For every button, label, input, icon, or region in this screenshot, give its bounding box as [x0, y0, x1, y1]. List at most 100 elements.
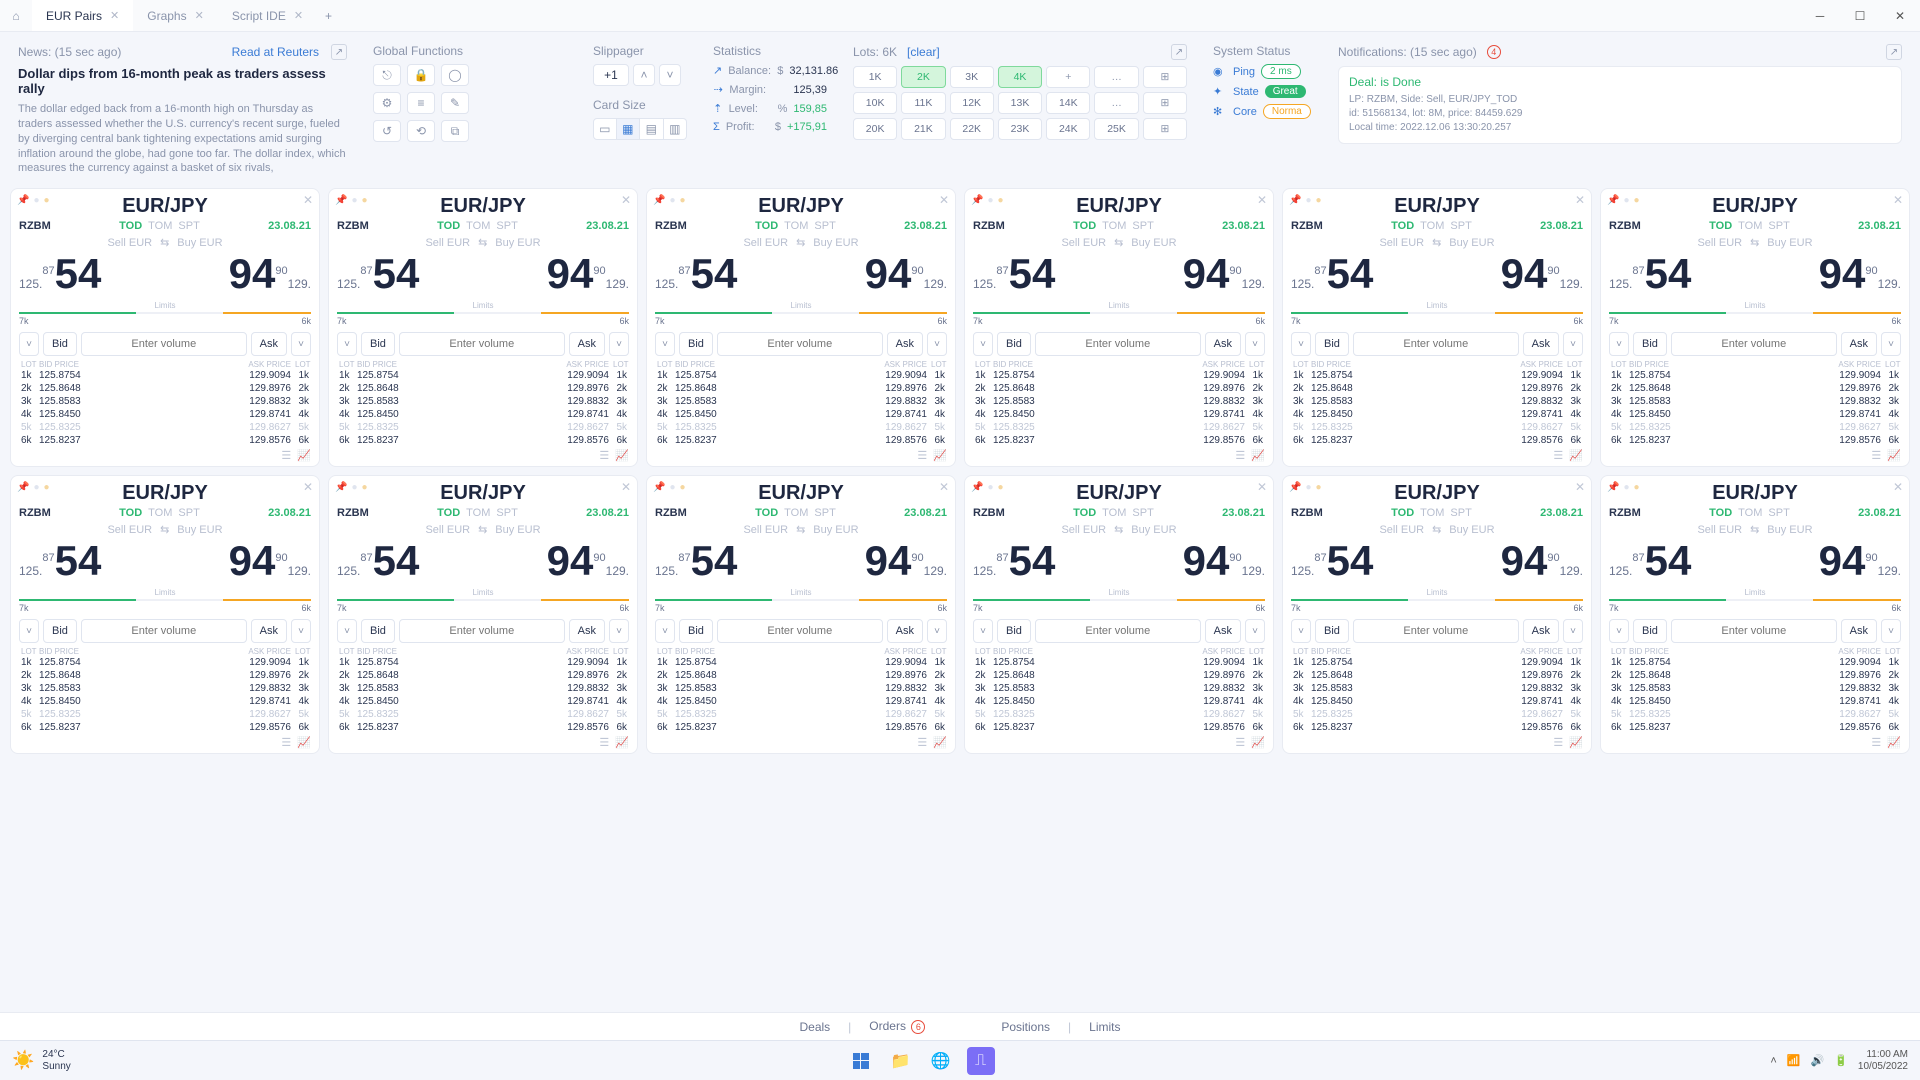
orderbook-row[interactable]: 1k125.8754 129.90941k: [19, 369, 311, 382]
ask-dropdown-icon[interactable]: ˅: [1881, 619, 1901, 643]
orderbook-row[interactable]: 2k125.8648 129.89762k: [1609, 669, 1901, 682]
tenor-tod[interactable]: TOD: [119, 507, 142, 519]
volume-input[interactable]: [81, 332, 247, 356]
ask-button[interactable]: Ask: [1841, 619, 1877, 643]
orderbook-row[interactable]: 5k125.8325 129.86275k: [1291, 708, 1583, 721]
sell-label[interactable]: Sell EUR: [1379, 237, 1424, 249]
tenor-tod[interactable]: TOD: [755, 220, 778, 232]
orderbook-row[interactable]: 3k125.8583 129.88323k: [1609, 682, 1901, 695]
orderbook-row[interactable]: 2k125.8648 129.89762k: [973, 669, 1265, 682]
cardsize-m-icon[interactable]: ▦: [617, 118, 640, 140]
swap-icon[interactable]: ⇆: [160, 236, 169, 249]
bid-button[interactable]: Bid: [1315, 332, 1349, 356]
ask-button[interactable]: Ask: [1205, 332, 1241, 356]
orderbook-row[interactable]: 4k125.8450 129.87414k: [19, 695, 311, 708]
orderbook-row[interactable]: 5k125.8325 129.86275k: [973, 421, 1265, 434]
orderbook-row[interactable]: 5k125.8325 129.86275k: [1609, 421, 1901, 434]
gf-more-icon[interactable]: ⧉: [441, 120, 469, 142]
buy-label[interactable]: Buy EUR: [813, 524, 858, 536]
sell-label[interactable]: Sell EUR: [425, 237, 470, 249]
orderbook-row[interactable]: 4k125.8450 129.87414k: [1609, 408, 1901, 421]
lot-button[interactable]: 20K: [853, 118, 897, 140]
orderbook-row[interactable]: 3k125.8583 129.88323k: [1291, 682, 1583, 695]
ask-dropdown-icon[interactable]: ˅: [609, 619, 629, 643]
orderbook-row[interactable]: 5k125.8325 129.86275k: [973, 708, 1265, 721]
sell-price[interactable]: 125.8754: [1609, 253, 1691, 295]
ask-button[interactable]: Ask: [1523, 619, 1559, 643]
sell-label[interactable]: Sell EUR: [1697, 237, 1742, 249]
list-icon[interactable]: ☰: [917, 449, 927, 462]
sell-price[interactable]: 125.8754: [337, 253, 419, 295]
orderbook-row[interactable]: 5k125.8325 129.86275k: [337, 421, 629, 434]
sell-price[interactable]: 125.8754: [655, 253, 737, 295]
tenor-tom[interactable]: TOM: [1738, 507, 1762, 519]
buy-price[interactable]: 9490129.: [229, 253, 311, 295]
orderbook-row[interactable]: 4k125.8450 129.87414k: [973, 408, 1265, 421]
volume-input[interactable]: [81, 619, 247, 643]
ask-dropdown-icon[interactable]: ˅: [1881, 332, 1901, 356]
gf-chart-icon[interactable]: ◯: [441, 64, 469, 86]
tenor-tom[interactable]: TOM: [148, 220, 172, 232]
list-icon[interactable]: ☰: [1871, 736, 1881, 749]
card-close-icon[interactable]: ✕: [1257, 480, 1267, 494]
tab-close-icon[interactable]: ✕: [195, 9, 204, 22]
swap-icon[interactable]: ⇆: [1114, 236, 1123, 249]
gf-tune-icon[interactable]: ⚙: [373, 92, 401, 114]
tenor-spt[interactable]: SPT: [1768, 507, 1789, 519]
tenor-tom[interactable]: TOM: [1420, 507, 1444, 519]
orderbook-row[interactable]: 6k125.8237 129.85766k: [337, 434, 629, 447]
sell-label[interactable]: Sell EUR: [743, 237, 788, 249]
orderbook-row[interactable]: 5k125.8325 129.86275k: [655, 708, 947, 721]
taskbar-weather[interactable]: ☀️ 24°C Sunny: [12, 1049, 71, 1073]
cardsize-l-icon[interactable]: ▤: [640, 118, 663, 140]
chart-icon[interactable]: 📈: [1569, 449, 1583, 462]
orderbook-row[interactable]: 1k125.8754 129.90941k: [1291, 656, 1583, 669]
buy-price[interactable]: 9490129.: [1819, 253, 1901, 295]
sell-label[interactable]: Sell EUR: [107, 524, 152, 536]
tenor-tod[interactable]: TOD: [1709, 220, 1732, 232]
pin-icon[interactable]: 📌: [335, 195, 347, 206]
buy-price[interactable]: 9490129.: [1501, 253, 1583, 295]
list-icon[interactable]: ☰: [281, 449, 291, 462]
pin-icon[interactable]: 📌: [17, 482, 29, 493]
tenor-spt[interactable]: SPT: [178, 220, 199, 232]
gf-history-icon[interactable]: ↺: [373, 120, 401, 142]
chart-icon[interactable]: 📈: [615, 449, 629, 462]
lot-icon-button[interactable]: ⊞: [1143, 66, 1187, 88]
sell-price[interactable]: 125.8754: [337, 540, 419, 582]
tab-graphs[interactable]: Graphs✕: [133, 0, 218, 31]
orderbook-row[interactable]: 3k125.8583 129.88323k: [655, 395, 947, 408]
bid-dropdown-icon[interactable]: ˅: [19, 619, 39, 643]
orderbook-row[interactable]: 1k125.8754 129.90941k: [1291, 369, 1583, 382]
sell-price[interactable]: 125.8754: [1609, 540, 1691, 582]
bid-button[interactable]: Bid: [361, 619, 395, 643]
buy-label[interactable]: Buy EUR: [1767, 237, 1812, 249]
orderbook-row[interactable]: 6k125.8237 129.85766k: [1609, 434, 1901, 447]
orderbook-row[interactable]: 3k125.8583 129.88323k: [973, 682, 1265, 695]
orderbook-row[interactable]: 5k125.8325 129.86275k: [337, 708, 629, 721]
tenor-tod[interactable]: TOD: [1709, 507, 1732, 519]
orderbook-row[interactable]: 2k125.8648 129.89762k: [1609, 382, 1901, 395]
lot-icon-button[interactable]: …: [1094, 66, 1138, 88]
buy-label[interactable]: Buy EUR: [1767, 524, 1812, 536]
list-icon[interactable]: ☰: [599, 449, 609, 462]
card-close-icon[interactable]: ✕: [1893, 480, 1903, 494]
tab-close-icon[interactable]: ✕: [110, 9, 119, 22]
orderbook-row[interactable]: 6k125.8237 129.85766k: [973, 721, 1265, 734]
volume-input[interactable]: [1671, 619, 1837, 643]
orderbook-row[interactable]: 2k125.8648 129.89762k: [655, 382, 947, 395]
pin-icon[interactable]: 📌: [1289, 482, 1301, 493]
bid-button[interactable]: Bid: [1633, 619, 1667, 643]
bid-dropdown-icon[interactable]: ˅: [1609, 619, 1629, 643]
sell-price[interactable]: 125.8754: [655, 540, 737, 582]
ask-dropdown-icon[interactable]: ˅: [291, 332, 311, 356]
swap-icon[interactable]: ⇆: [478, 236, 487, 249]
ask-dropdown-icon[interactable]: ˅: [927, 332, 947, 356]
tray-chevron-icon[interactable]: ˄: [1770, 1055, 1776, 1067]
bid-dropdown-icon[interactable]: ˅: [1609, 332, 1629, 356]
swap-icon[interactable]: ⇆: [1432, 236, 1441, 249]
buy-label[interactable]: Buy EUR: [813, 237, 858, 249]
cardsize-xl-icon[interactable]: ▥: [664, 118, 687, 140]
sell-label[interactable]: Sell EUR: [1061, 524, 1106, 536]
tenor-tod[interactable]: TOD: [437, 220, 460, 232]
